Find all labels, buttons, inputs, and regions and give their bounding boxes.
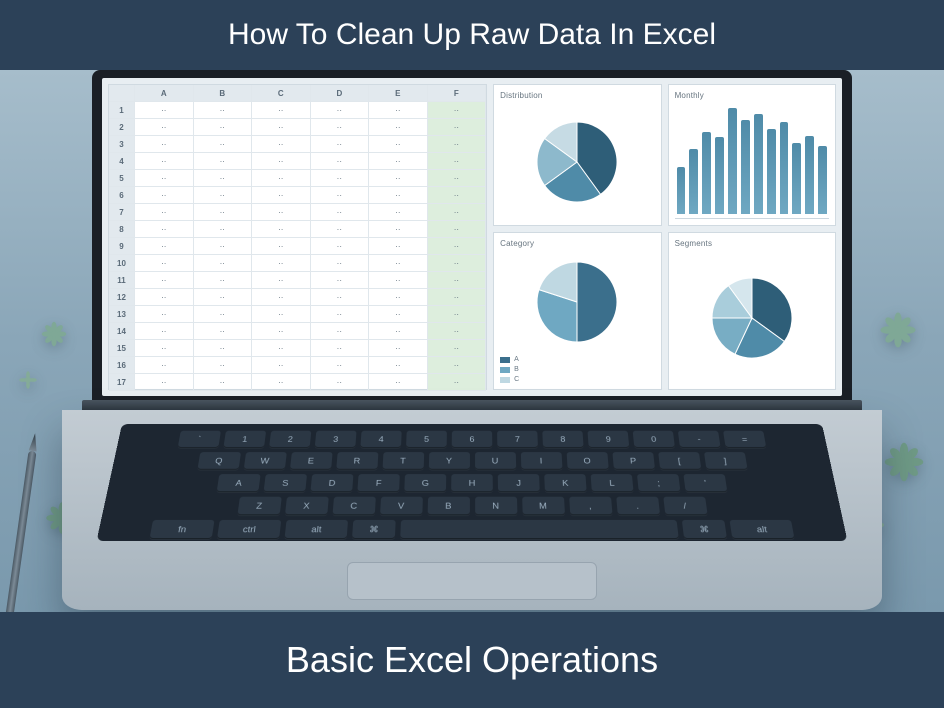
pie-chart [500,104,654,219]
plant-icon [40,320,68,348]
spreadsheet-grid: ABCDEF1············2············3·······… [108,84,487,390]
bar-chart-card: Monthly [668,84,836,226]
pie-chart-card-1: Distribution [493,84,661,226]
keyboard: `1234567890-=QWERTYUIOP[]ASDFGHJKL;'ZXCV… [97,424,848,541]
bar-chart [675,104,829,219]
pie-chart [500,252,654,352]
pie-chart-card-3: Segments [668,232,836,390]
pie-chart-card-2: Category ABC [493,232,661,390]
laptop-hinge [82,400,862,410]
plant-icon [18,370,38,390]
bottom-banner: Basic Excel Operations [0,612,944,708]
charts-panel: Distribution Monthly Category ABC Segmen… [493,84,836,390]
laptop-screen-bezel: ABCDEF1············2············3·······… [92,70,852,400]
chart-title: Distribution [500,91,654,100]
laptop-base: `1234567890-=QWERTYUIOP[]ASDFGHJKL;'ZXCV… [62,410,882,610]
plant-icon [878,310,918,350]
trackpad [347,562,597,600]
laptop-screen: ABCDEF1············2············3·······… [102,78,842,396]
pie-chart [675,252,829,383]
chart-title: Category [500,239,654,248]
top-title: How To Clean Up Raw Data In Excel [228,18,716,52]
chart-title: Segments [675,239,829,248]
desk-scene: ABCDEF1············2············3·······… [0,70,944,612]
chart-title: Monthly [675,91,829,100]
plant-icon [882,440,926,484]
laptop: ABCDEF1············2············3·······… [92,70,852,610]
bottom-title: Basic Excel Operations [286,639,658,681]
chart-legend: ABC [500,356,654,383]
top-banner: How To Clean Up Raw Data In Excel [0,0,944,70]
